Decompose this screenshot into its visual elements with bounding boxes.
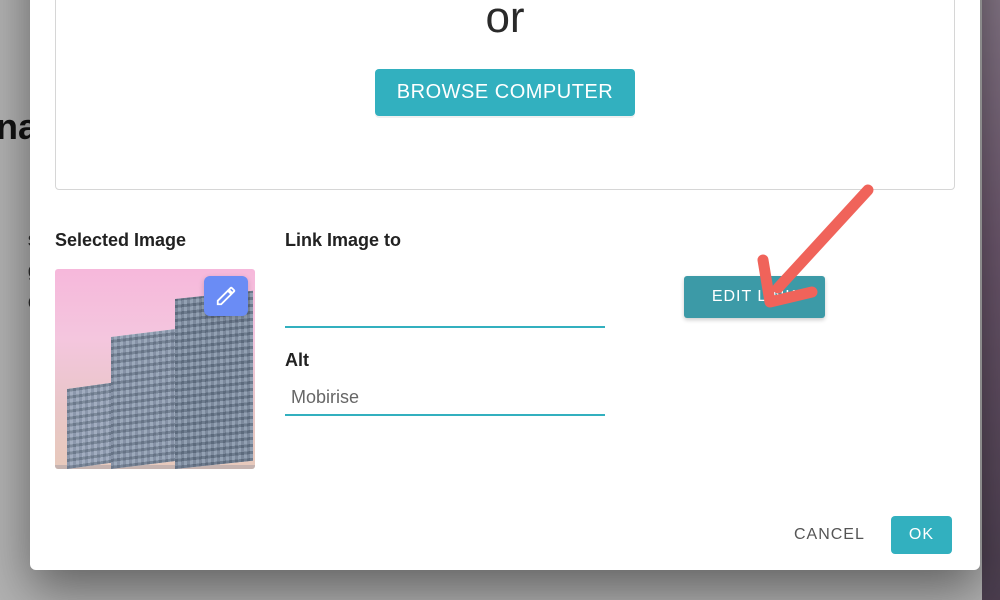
thumb-building: [111, 328, 183, 469]
ok-button[interactable]: OK: [891, 516, 952, 554]
selected-image-column: Selected Image: [55, 230, 255, 469]
browse-computer-button[interactable]: BROWSE COMPUTER: [375, 69, 635, 116]
edit-link-column: EDIT LINK: [684, 230, 955, 469]
edit-image-button[interactable]: [204, 276, 248, 316]
pencil-icon: [215, 285, 237, 307]
link-image-input[interactable]: [285, 293, 605, 328]
upload-or-label: or: [56, 0, 954, 43]
link-image-label: Link Image to: [285, 230, 605, 251]
upload-dropzone[interactable]: or BROWSE COMPUTER: [55, 0, 955, 190]
modal-footer: CANCEL OK: [790, 516, 952, 554]
alt-label: Alt: [285, 350, 605, 371]
edit-link-button[interactable]: EDIT LINK: [684, 276, 825, 318]
thumb-ground: [55, 465, 255, 469]
thumb-building: [67, 382, 117, 469]
cancel-button[interactable]: CANCEL: [790, 520, 869, 550]
alt-text-input[interactable]: [285, 381, 605, 416]
selected-image-thumbnail[interactable]: [55, 269, 255, 469]
fields-column: Link Image to Alt: [285, 230, 605, 469]
thumb-building: [175, 291, 253, 469]
image-settings-modal: or BROWSE COMPUTER Selected Image Link I…: [30, 0, 980, 570]
image-form-row: Selected Image Link Image to Alt: [55, 230, 955, 469]
selected-image-label: Selected Image: [55, 230, 255, 251]
